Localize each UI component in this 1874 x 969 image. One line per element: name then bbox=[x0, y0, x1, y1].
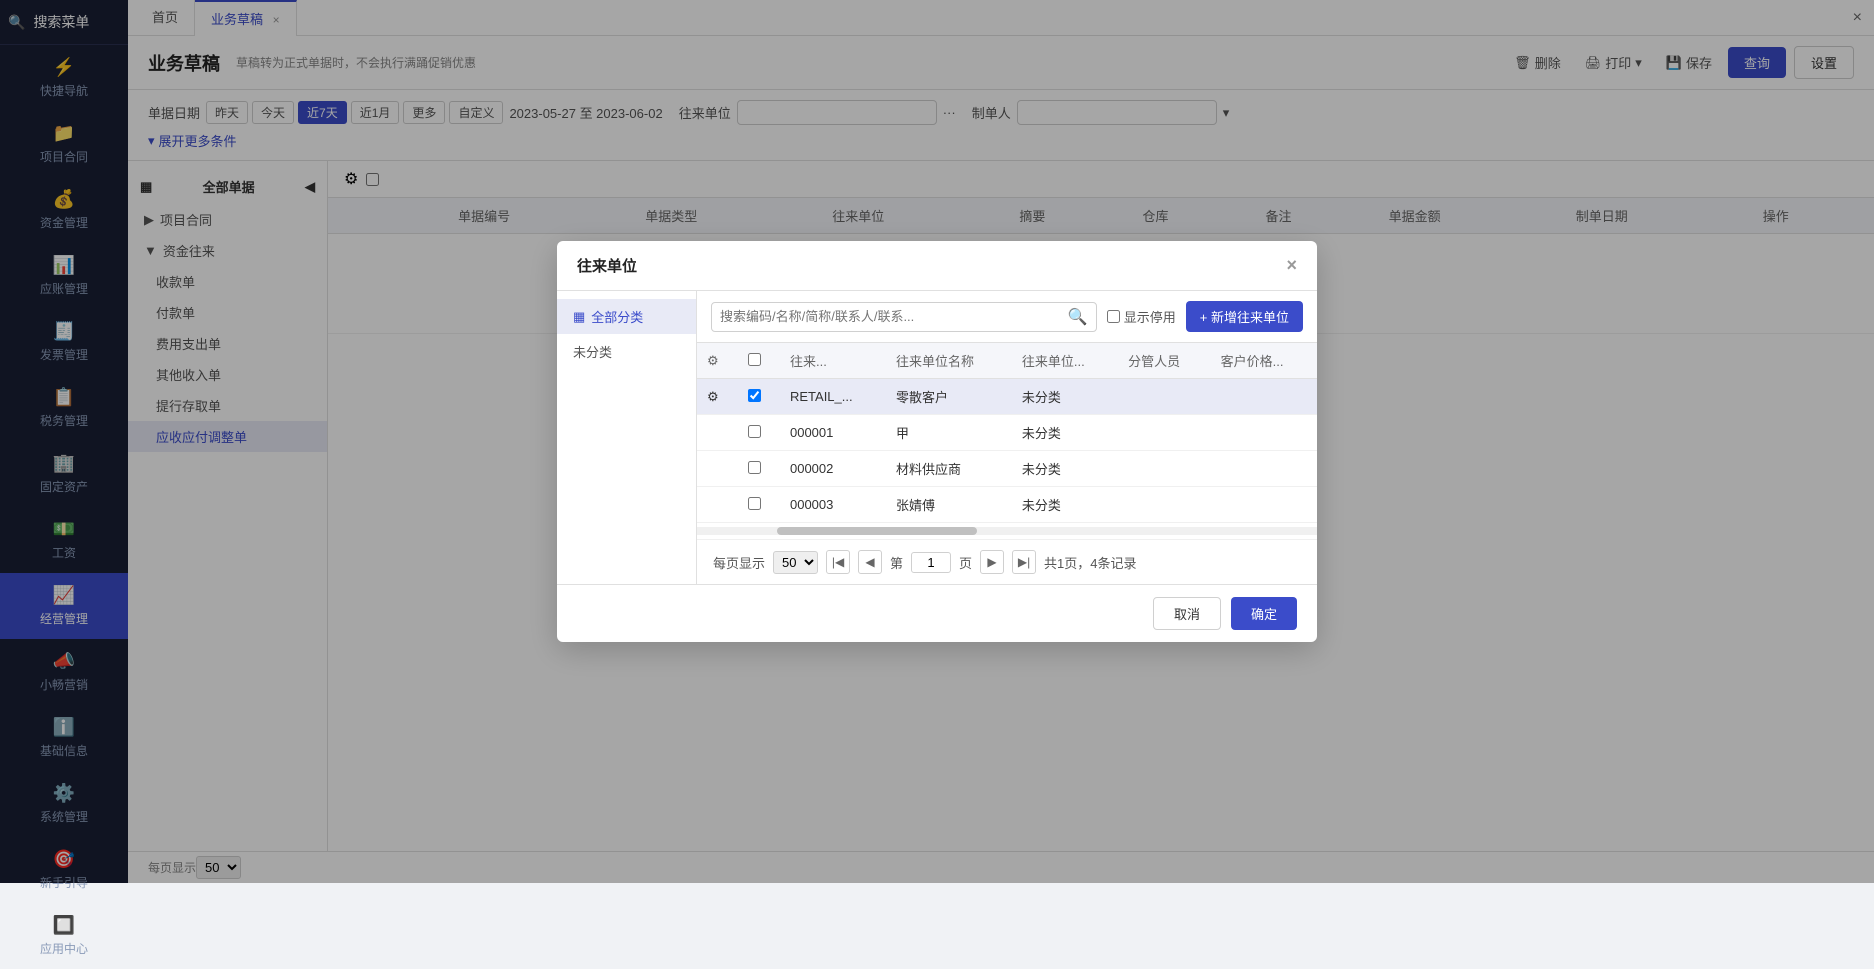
modal-search-box: 🔍 bbox=[711, 302, 1097, 332]
row-code: 000001 bbox=[780, 415, 886, 451]
modal-pagination: 每页显示 50 |◀ ◀ 第 页 ▶ ▶| 共1页，4条记录 bbox=[697, 539, 1317, 584]
modal-select-all[interactable] bbox=[748, 353, 761, 366]
page-suffix: 页 bbox=[959, 553, 972, 572]
modal-col-price: 客户价格... bbox=[1211, 343, 1317, 379]
row-category: 未分类 bbox=[1012, 451, 1118, 487]
row-manager bbox=[1118, 451, 1210, 487]
row-price bbox=[1211, 451, 1317, 487]
row-manager bbox=[1118, 379, 1210, 415]
sidebar-item-label: 应用中心 bbox=[40, 940, 88, 957]
modal-col-code: 往来... bbox=[780, 343, 886, 379]
row-price bbox=[1211, 379, 1317, 415]
table-row[interactable]: 000003 张婧傅 未分类 bbox=[697, 487, 1317, 523]
page-number-input[interactable] bbox=[911, 552, 951, 573]
row-checkbox[interactable] bbox=[738, 415, 780, 451]
add-partner-button[interactable]: + 新增往来单位 bbox=[1186, 301, 1303, 332]
row-name: 材料供应商 bbox=[886, 451, 1012, 487]
row-settings bbox=[697, 487, 738, 523]
modal-category-unclassified[interactable]: 未分类 bbox=[557, 334, 696, 369]
grid-icon: ▦ bbox=[573, 309, 585, 325]
row-code: RETAIL_... bbox=[780, 379, 886, 415]
modal-scrollbar[interactable] bbox=[697, 527, 1317, 535]
modal-body: ▦ 全部分类 未分类 🔍 显示停用 bbox=[557, 291, 1317, 584]
modal-search-input[interactable] bbox=[720, 309, 1062, 324]
modal-col-category: 往来单位... bbox=[1012, 343, 1118, 379]
modal-cancel-button[interactable]: 取消 bbox=[1153, 597, 1221, 630]
page-label: 第 bbox=[890, 553, 903, 572]
sidebar-item-appstore[interactable]: 🔲 应用中心 bbox=[0, 903, 128, 969]
modal-header: 往来单位 × bbox=[557, 241, 1317, 291]
table-row[interactable]: 000001 甲 未分类 bbox=[697, 415, 1317, 451]
modal-table-area: ⚙ 往来... 往来单位名称 往来单位... 分管人员 客户价格... bbox=[697, 343, 1317, 523]
row-price bbox=[1211, 487, 1317, 523]
row-name: 张婧傅 bbox=[886, 487, 1012, 523]
row-category: 未分类 bbox=[1012, 379, 1118, 415]
modal-right-panel: 🔍 显示停用 + 新增往来单位 ⚙ bbox=[697, 291, 1317, 584]
row-code: 000002 bbox=[780, 451, 886, 487]
row-checkbox[interactable] bbox=[738, 487, 780, 523]
modal-col-checkbox bbox=[738, 343, 780, 379]
row-settings bbox=[697, 451, 738, 487]
modal-partners-table: ⚙ 往来... 往来单位名称 往来单位... 分管人员 客户价格... bbox=[697, 343, 1317, 523]
row-checkbox[interactable] bbox=[738, 379, 780, 415]
modal-search-icon: 🔍 bbox=[1068, 307, 1088, 327]
appstore-icon: 🔲 bbox=[53, 915, 75, 936]
next-page-button[interactable]: ▶ bbox=[980, 550, 1004, 574]
modal-scrollbar-thumb[interactable] bbox=[777, 527, 977, 535]
row-checkbox[interactable] bbox=[738, 451, 780, 487]
modal-title: 往来单位 bbox=[577, 255, 637, 276]
last-page-button[interactable]: ▶| bbox=[1012, 550, 1036, 574]
row-name: 零散客户 bbox=[886, 379, 1012, 415]
total-records: 共1页，4条记录 bbox=[1044, 553, 1136, 572]
row-manager bbox=[1118, 415, 1210, 451]
modal-category-all[interactable]: ▦ 全部分类 bbox=[557, 299, 696, 334]
prev-page-button[interactable]: ◀ bbox=[858, 550, 882, 574]
row-settings bbox=[697, 415, 738, 451]
modal-left-panel: ▦ 全部分类 未分类 bbox=[557, 291, 697, 584]
per-page-select[interactable]: 50 bbox=[773, 551, 818, 574]
modal-close-button[interactable]: × bbox=[1286, 255, 1297, 276]
row-price bbox=[1211, 415, 1317, 451]
partner-modal: 往来单位 × ▦ 全部分类 未分类 🔍 bbox=[557, 241, 1317, 642]
table-row[interactable]: 000002 材料供应商 未分类 bbox=[697, 451, 1317, 487]
row-category: 未分类 bbox=[1012, 487, 1118, 523]
row-settings: ⚙ bbox=[697, 379, 738, 415]
first-page-button[interactable]: |◀ bbox=[826, 550, 850, 574]
per-page-label: 每页显示 bbox=[713, 553, 765, 572]
show-disabled-label[interactable]: 显示停用 bbox=[1107, 307, 1176, 326]
modal-col-manager: 分管人员 bbox=[1118, 343, 1210, 379]
row-category: 未分类 bbox=[1012, 415, 1118, 451]
modal-col-settings: ⚙ bbox=[697, 343, 738, 379]
modal-col-name: 往来单位名称 bbox=[886, 343, 1012, 379]
modal-overlay[interactable]: 往来单位 × ▦ 全部分类 未分类 🔍 bbox=[0, 0, 1874, 883]
row-code: 000003 bbox=[780, 487, 886, 523]
modal-footer: 取消 确定 bbox=[557, 584, 1317, 642]
show-disabled-checkbox[interactable] bbox=[1107, 310, 1120, 323]
modal-toolbar: 🔍 显示停用 + 新增往来单位 bbox=[697, 291, 1317, 343]
table-row[interactable]: ⚙ RETAIL_... 零散客户 未分类 bbox=[697, 379, 1317, 415]
row-name: 甲 bbox=[886, 415, 1012, 451]
modal-confirm-button[interactable]: 确定 bbox=[1231, 597, 1297, 630]
row-manager bbox=[1118, 487, 1210, 523]
